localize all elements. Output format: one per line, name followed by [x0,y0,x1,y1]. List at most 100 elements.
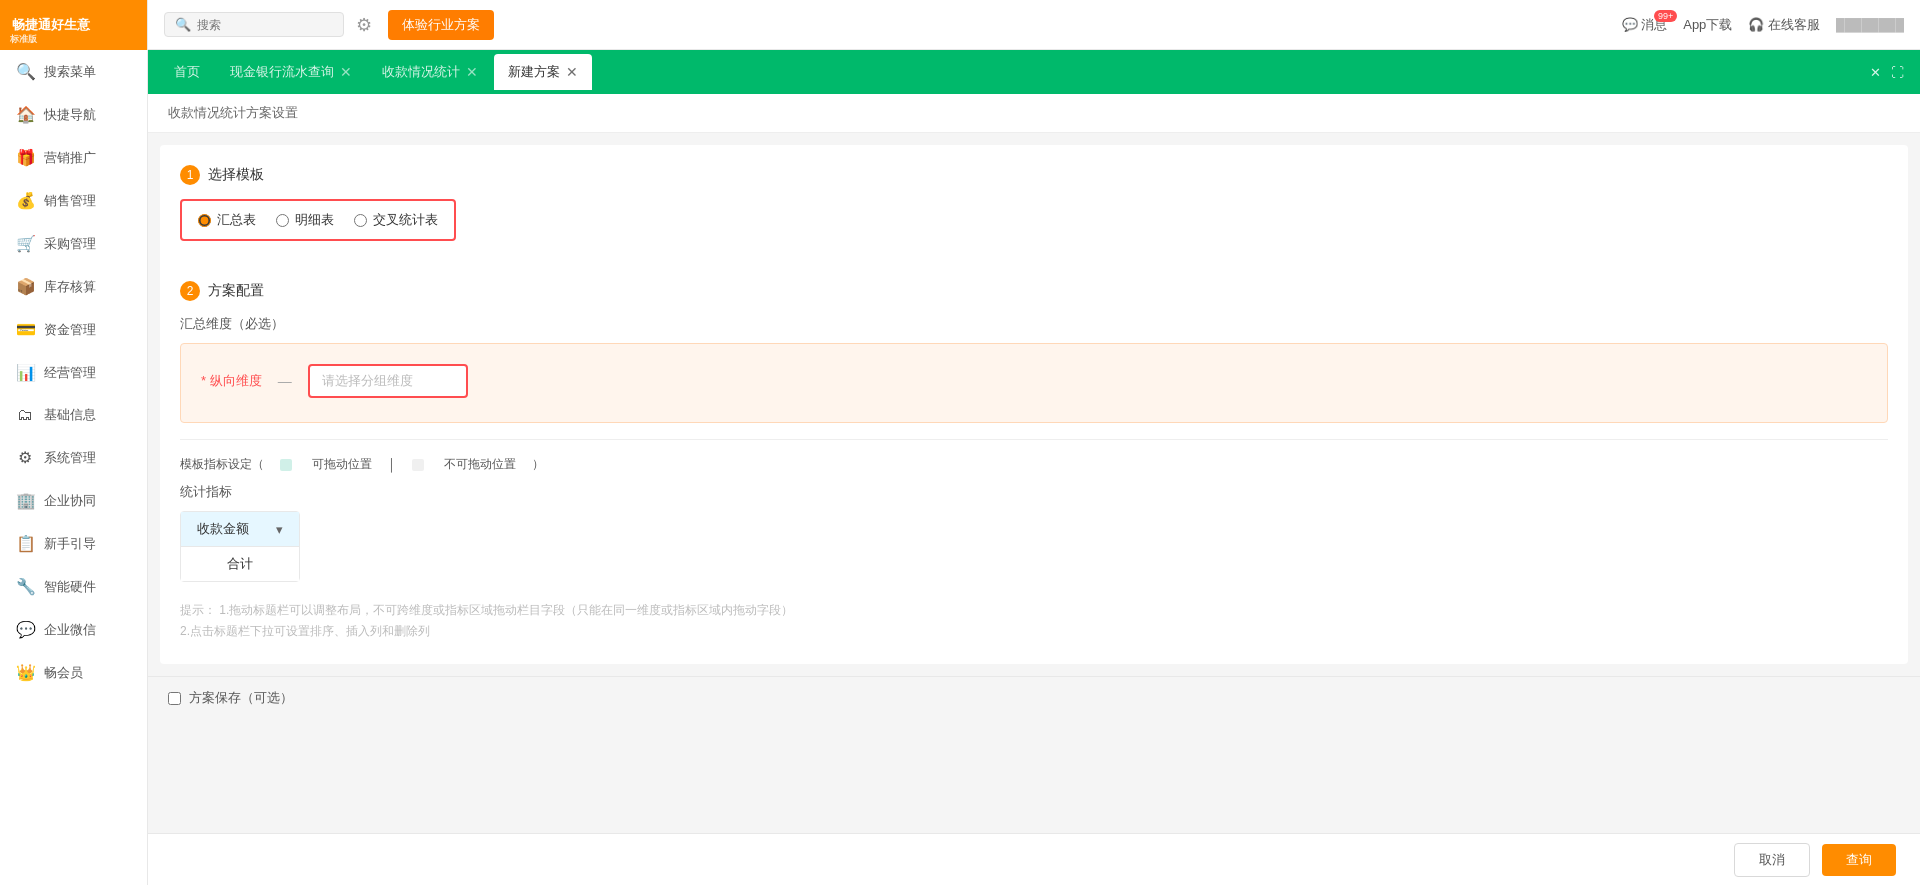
search-box[interactable]: 🔍 [164,12,344,37]
fixed-dot [412,459,424,471]
save-label[interactable]: 方案保存（可选） [189,689,293,707]
section2-title: 方案配置 [208,282,264,300]
sidebar-item-base-info[interactable]: 🗂基础信息 [0,394,147,436]
sidebar-item-enterprise[interactable]: 🏢 企业协同 [0,479,147,522]
draggable-dot [280,459,292,471]
sidebar-item-operations[interactable]: 📊 经营管理 [0,351,147,394]
vertical-dim-label: * 纵向维度 [201,372,262,390]
weixin-icon: 💬 [16,620,34,639]
sidebar-item-smart-hw[interactable]: 🔧智能硬件 [0,565,147,608]
logo-text: 畅捷通好生意 [12,16,90,34]
tab-bank-flow[interactable]: 现金银行流水查询 ✕ [216,54,366,90]
sidebar-item-label: 资金管理 [44,321,96,339]
search-input[interactable] [197,18,337,32]
section1-title: 选择模板 [208,166,264,184]
dimension-label: 汇总维度（必选） [180,315,1888,333]
sidebar-item-label: 经营管理 [44,364,96,382]
radio-summary-label[interactable]: 汇总表 [217,211,256,229]
sidebar-item-member[interactable]: 👑 畅会员 [0,651,147,694]
dimension-placeholder: 请选择分组维度 [322,373,413,388]
sidebar-item-label: 基础信息 [44,406,96,424]
sidebar-item-finance[interactable]: 💳 资金管理 [0,308,147,351]
member-icon: 👑 [16,663,34,682]
user-name[interactable]: ████████ [1836,18,1904,32]
radio-cross-label[interactable]: 交叉统计表 [373,211,438,229]
section2-header: 2 方案配置 [180,281,1888,301]
hint-text: 提示： 1.拖动标题栏可以调整布局，不可跨维度或指标区域拖动栏目字段（只能在同一… [180,602,1888,640]
sidebar-item-inventory[interactable]: 📦库存核算 [0,265,147,308]
dimension-area: * 纵向维度 — 请选择分组维度 [180,343,1888,423]
metrics-section: 模板指标设定（ 可拖动位置 │ 不可拖动位置 ） 统计指标 收款金额 ▾ [180,456,1888,582]
tab-close-collect-stat[interactable]: ✕ [466,64,478,80]
sidebar-item-label: 企业协同 [44,492,96,510]
marketing-icon: 🎁 [16,148,34,167]
tab-close-new-plan[interactable]: ✕ [566,64,578,80]
sidebar-item-label: 销售管理 [44,192,96,210]
notify-bell[interactable]: 💬 消息 99+ [1622,16,1668,34]
topbar: 🔍 ⚙ 体验行业方案 💬 消息 99+ App下载 🎧 在线客服 ███████… [148,0,1920,50]
tabbar-right: ✕ ⛶ [1870,65,1904,80]
metrics-header-text: 收款金额 [197,520,249,538]
tab-new-plan[interactable]: 新建方案 ✕ [494,54,592,90]
query-button[interactable]: 查询 [1822,844,1896,876]
radio-cross[interactable]: 交叉统计表 [354,211,438,229]
enterprise-icon: 🏢 [16,491,34,510]
window-close-icon[interactable]: ✕ [1870,65,1881,80]
arrow-icon: — [278,373,292,389]
sidebar-item-weixin[interactable]: 💬企业微信 [0,608,147,651]
tab-label-bank-flow: 现金银行流水查询 [230,63,334,81]
dimension-select[interactable]: 请选择分组维度 [308,364,468,398]
radio-summary[interactable]: 汇总表 [198,211,256,229]
tab-home[interactable]: 首页 [160,54,214,90]
sidebar-item-marketing[interactable]: 🎁营销推广 [0,136,147,179]
draggable-label: 可拖动位置 [312,456,372,473]
sidebar-item-sales[interactable]: 💰 销售管理 [0,179,147,222]
tab-label-collect-stat: 收款情况统计 [382,63,460,81]
sidebar: 畅捷通好生意 标准版 🔍搜索菜单🏠快捷导航🎁营销推广💰销售管理🛒采购管理📦库存核… [0,0,148,885]
divider1 [180,439,1888,440]
tab-collect-stat[interactable]: 收款情况统计 ✕ [368,54,492,90]
sales-icon: 💰 [16,191,34,210]
page-header: 收款情况统计方案设置 [148,94,1920,133]
finance-icon: 💳 [16,320,34,339]
metrics-header[interactable]: 收款金额 ▾ [181,512,299,547]
form-panel: 1 选择模板 汇总表 明细表 交叉统计表 [160,145,1908,664]
operations-icon: 📊 [16,363,34,382]
sidebar-item-label: 搜索菜单 [44,63,96,81]
tab-close-bank-flow[interactable]: ✕ [340,64,352,80]
section2-number: 2 [180,281,200,301]
sidebar-item-purchase[interactable]: 🛒采购管理 [0,222,147,265]
section1-header: 1 选择模板 [180,165,1888,185]
metrics-section-title: 模板指标设定（ [180,456,264,473]
hint1: 提示： 1.拖动标题栏可以调整布局，不可跨维度或指标区域拖动栏目字段（只能在同一… [180,602,1888,619]
tab-label-new-plan: 新建方案 [508,63,560,81]
sidebar-item-label: 采购管理 [44,235,96,253]
sidebar-item-label: 畅会员 [44,664,83,682]
close-paren: ） [532,456,544,473]
settings-icon[interactable]: ⚙ [356,14,372,36]
metrics-legend: 模板指标设定（ 可拖动位置 │ 不可拖动位置 ） [180,456,1888,473]
metrics-cell: 合计 [181,547,299,581]
sidebar-item-search-menu[interactable]: 🔍 搜索菜单 [0,50,147,93]
online-service[interactable]: 🎧 在线客服 [1748,16,1820,34]
sidebar-item-quick-nav[interactable]: 🏠快捷导航 [0,93,147,136]
cancel-button[interactable]: 取消 [1734,843,1810,877]
window-expand-icon[interactable]: ⛶ [1891,65,1904,80]
sidebar-item-label: 新手引导 [44,535,96,553]
trial-button[interactable]: 体验行业方案 [388,10,494,40]
sidebar-item-system[interactable]: ⚙系统管理 [0,436,147,479]
search-menu-icon: 🔍 [16,62,34,81]
radio-detail-label[interactable]: 明细表 [295,211,334,229]
app-download[interactable]: App下载 [1683,16,1732,34]
notify-badge: 99+ [1654,10,1677,22]
save-checkbox[interactable] [168,692,181,705]
main-area: 🔍 ⚙ 体验行业方案 💬 消息 99+ App下载 🎧 在线客服 ███████… [148,0,1920,885]
dropdown-icon[interactable]: ▾ [276,522,283,537]
separator: │ [388,458,396,472]
footer-bar: 取消 查询 [148,833,1920,885]
radio-detail[interactable]: 明细表 [276,211,334,229]
config-section: 汇总维度（必选） * 纵向维度 — 请选择分组维度 模板指标设定（ [180,315,1888,640]
sidebar-item-label: 库存核算 [44,278,96,296]
template-section: 汇总表 明细表 交叉统计表 [180,199,456,241]
sidebar-item-guide[interactable]: 📋新手引导 [0,522,147,565]
